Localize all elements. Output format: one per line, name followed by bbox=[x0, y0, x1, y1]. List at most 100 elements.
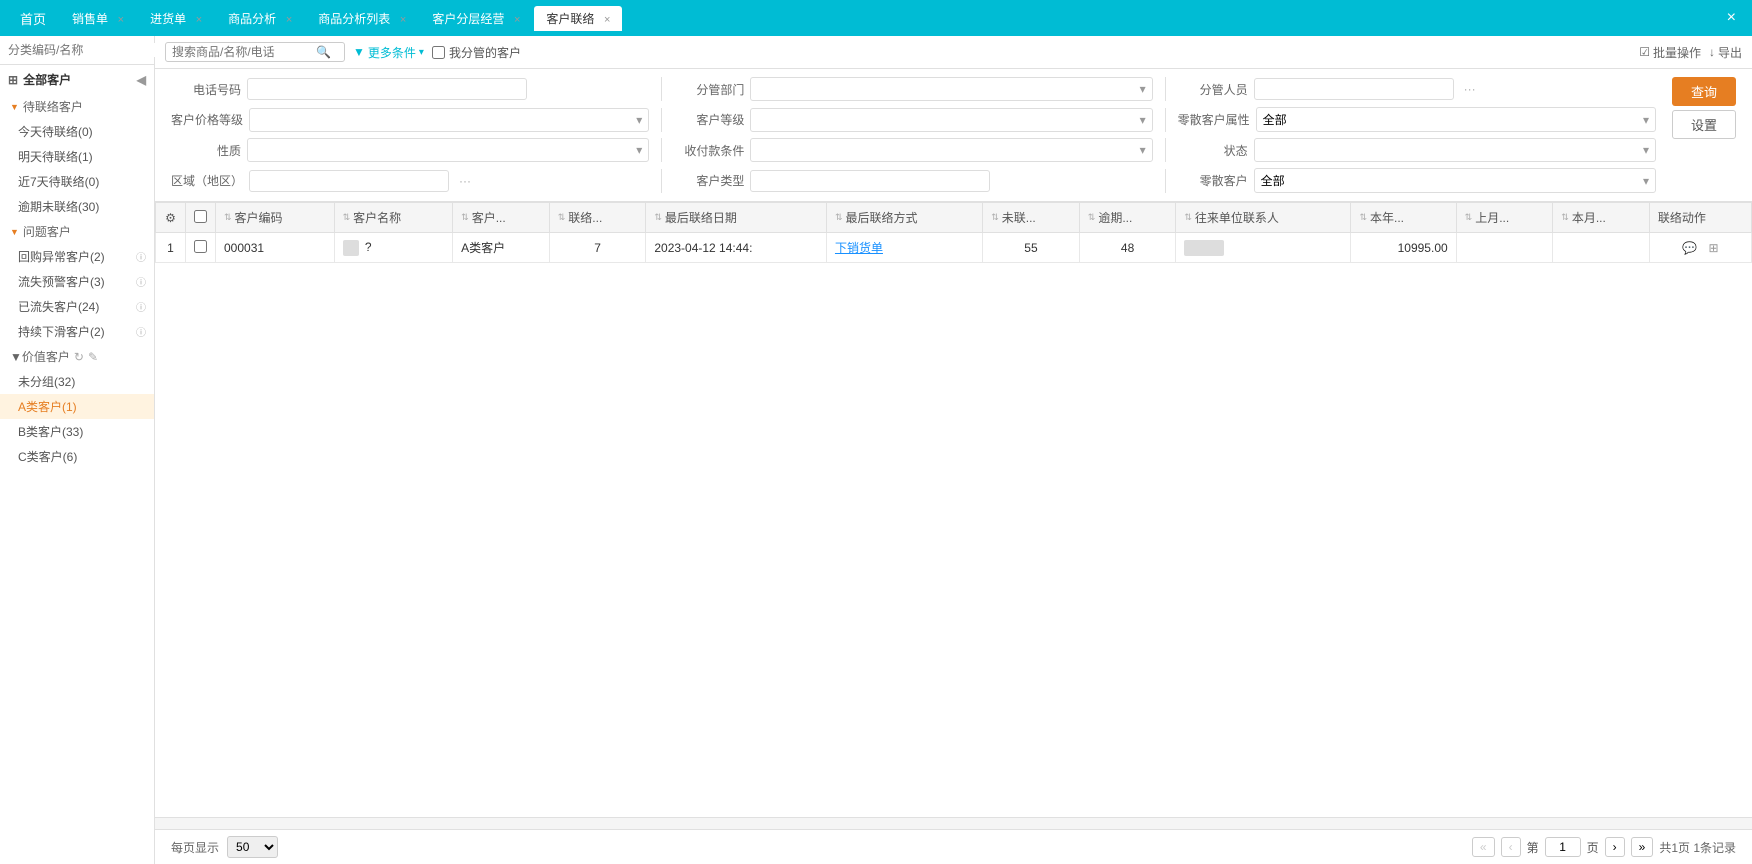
th-no-contact-sort[interactable]: ⇅ bbox=[991, 212, 999, 223]
th-last-month-sort[interactable]: ⇅ bbox=[1465, 212, 1473, 223]
my-customers-checkbox[interactable]: 我分管的客户 bbox=[432, 44, 521, 61]
page-of-label: 页 bbox=[1587, 839, 1599, 856]
th-type-sort[interactable]: ⇅ bbox=[461, 212, 469, 223]
th-unit-contact: ⇅ 往来单位联系人 bbox=[1176, 203, 1351, 233]
cust-level-select[interactable]: ▾ bbox=[750, 108, 1152, 132]
nav-home[interactable]: 首页 bbox=[8, 5, 58, 32]
last-page-btn[interactable]: » bbox=[1631, 837, 1654, 857]
nav-tab-analysis-list[interactable]: 商品分析列表 × bbox=[306, 6, 418, 31]
sidebar-group-problem[interactable]: ▼ 问题客户 bbox=[0, 219, 154, 244]
staff-input[interactable] bbox=[1254, 78, 1454, 100]
payment-select[interactable]: ▾ bbox=[750, 138, 1152, 162]
main-search-icon[interactable]: 🔍 bbox=[316, 45, 331, 59]
th-overdue-sort[interactable]: ⇅ bbox=[1088, 212, 1096, 223]
my-customers-check[interactable] bbox=[432, 46, 445, 59]
filter-cell-dept: 分管部门 ▾ bbox=[674, 77, 1152, 101]
collapse-sidebar-btn[interactable]: ◀ bbox=[137, 73, 146, 87]
settings-button[interactable]: 设置 bbox=[1672, 110, 1736, 139]
staff-label: 分管人员 bbox=[1178, 81, 1248, 98]
total-label: 共1页 1条记录 bbox=[1659, 839, 1736, 856]
sidebar-item-churned[interactable]: 已流失客户(24) ⓘ bbox=[0, 294, 154, 319]
th-check bbox=[186, 203, 216, 233]
price-level-select[interactable]: ▾ bbox=[249, 108, 649, 132]
close-purchase-tab[interactable]: × bbox=[196, 14, 202, 26]
staff-dots[interactable]: ··· bbox=[1460, 82, 1480, 96]
close-analysis-tab[interactable]: × bbox=[286, 14, 292, 26]
nav-tab-customer-segment[interactable]: 客户分层经营 × bbox=[420, 6, 532, 31]
th-contacts-sort[interactable]: ⇅ bbox=[558, 212, 566, 223]
region-dots[interactable]: ··· bbox=[455, 174, 475, 188]
more-filters-btn[interactable]: ▼ 更多条件 ▾ bbox=[353, 44, 424, 61]
sidebar-item-b-class[interactable]: B类客户(33) bbox=[0, 419, 154, 444]
page-input[interactable] bbox=[1545, 837, 1581, 857]
td-type: A类客户 bbox=[453, 233, 550, 263]
close-contact-tab[interactable]: × bbox=[604, 14, 610, 26]
sidebar-all-customers[interactable]: ⊞ 全部客户 ◀ bbox=[0, 65, 154, 94]
nav-tab-customer-contact[interactable]: 客户联络 × bbox=[534, 6, 622, 31]
row-checkbox[interactable] bbox=[194, 240, 207, 253]
page-label: 第 bbox=[1527, 839, 1539, 856]
prev-page-btn[interactable]: ‹ bbox=[1501, 837, 1521, 857]
sidebar-item-churn-warning[interactable]: 流失预警客户(3) ⓘ bbox=[0, 269, 154, 294]
sidebar-item-declining[interactable]: 持续下滑客户(2) ⓘ bbox=[0, 319, 154, 344]
close-sales-tab[interactable]: × bbox=[118, 14, 124, 26]
last-method-link[interactable]: 下销货单 bbox=[835, 241, 883, 255]
close-segment-tab[interactable]: × bbox=[514, 14, 520, 26]
th-gear[interactable]: ⚙ bbox=[156, 203, 186, 233]
th-last-date-sort[interactable]: ⇅ bbox=[654, 212, 662, 223]
th-this-year-sort[interactable]: ⇅ bbox=[1359, 212, 1367, 223]
table-row: 1 000031 ? A类客户 7 2023-04-12 14:44: bbox=[156, 233, 1752, 263]
td-last-date: 2023-04-12 14:44: bbox=[646, 233, 827, 263]
next-page-btn[interactable]: › bbox=[1605, 837, 1625, 857]
refresh-icon[interactable]: ↻ bbox=[74, 350, 84, 364]
dept-select[interactable]: ▾ bbox=[750, 77, 1152, 101]
th-name-sort[interactable]: ⇅ bbox=[343, 212, 351, 223]
nav-tab-analysis[interactable]: 商品分析 × bbox=[216, 6, 304, 31]
cust-type-input[interactable] bbox=[750, 170, 990, 192]
sidebar-item-c-class[interactable]: C类客户(6) bbox=[0, 444, 154, 469]
sidebar-item-overdue[interactable]: 逾期未联络(30) bbox=[0, 194, 154, 219]
close-analysis-list-tab[interactable]: × bbox=[400, 14, 406, 26]
sidebar-item-a-class[interactable]: A类客户(1) bbox=[0, 394, 154, 419]
triangle-icon: ▼ bbox=[10, 102, 19, 112]
gear-icon[interactable]: ⚙ bbox=[165, 211, 176, 225]
sidebar-item-tomorrow[interactable]: 明天待联络(1) bbox=[0, 144, 154, 169]
select-all-checkbox[interactable] bbox=[194, 210, 207, 223]
retail-attr-select[interactable]: 全部 ▾ bbox=[1256, 107, 1656, 132]
td-name: ? bbox=[334, 233, 453, 263]
nature-select[interactable]: ▾ bbox=[247, 138, 649, 162]
toolbar-right: ☑ 批量操作 ↓ 导出 bbox=[1639, 44, 1742, 61]
edit-icon[interactable]: ✎ bbox=[88, 350, 98, 364]
main-search-input[interactable] bbox=[172, 45, 312, 59]
nav-close-all[interactable]: × bbox=[1719, 9, 1744, 27]
nav-tab-sales[interactable]: 销售单 × bbox=[60, 6, 136, 31]
nav-tab-purchase[interactable]: 进货单 × bbox=[138, 6, 214, 31]
th-code-sort[interactable]: ⇅ bbox=[224, 212, 232, 223]
filter-row-1: 电话号码 分管部门 ▾ 分管人员 bbox=[171, 77, 1656, 101]
per-page-select[interactable]: 50 100 200 bbox=[227, 836, 278, 858]
first-page-btn[interactable]: « bbox=[1472, 837, 1495, 857]
region-input[interactable] bbox=[249, 170, 449, 192]
status-select[interactable]: ▾ bbox=[1254, 138, 1656, 162]
action-message-icon[interactable]: 💬 bbox=[1682, 241, 1697, 255]
td-this-month bbox=[1553, 233, 1650, 263]
sidebar-item-ungrouped[interactable]: 未分组(32) bbox=[0, 369, 154, 394]
sidebar-item-today[interactable]: 今天待联络(0) bbox=[0, 119, 154, 144]
phone-input[interactable] bbox=[247, 78, 527, 100]
sidebar-search-input[interactable] bbox=[8, 43, 163, 57]
query-button[interactable]: 查询 bbox=[1672, 77, 1736, 106]
th-last-method: ⇅ 最后联络方式 bbox=[826, 203, 982, 233]
export-btn[interactable]: ↓ 导出 bbox=[1709, 44, 1742, 61]
batch-ops-btn[interactable]: ☑ 批量操作 bbox=[1639, 44, 1701, 61]
sidebar-group-pending[interactable]: ▼ 待联络客户 bbox=[0, 94, 154, 119]
sidebar-item-repurchase-abnormal[interactable]: 回购异常客户(2) ⓘ bbox=[0, 244, 154, 269]
horizontal-scrollbar[interactable] bbox=[155, 817, 1752, 829]
retail-cust-select[interactable]: 全部 ▾ bbox=[1254, 168, 1656, 193]
price-level-label: 客户价格等级 bbox=[171, 111, 243, 128]
th-this-month-sort[interactable]: ⇅ bbox=[1561, 212, 1569, 223]
th-last-method-sort[interactable]: ⇅ bbox=[835, 212, 843, 223]
th-unit-sort[interactable]: ⇅ bbox=[1184, 212, 1192, 223]
chevron-down-icon: ▾ bbox=[419, 47, 424, 58]
action-more-icon[interactable]: ⊞ bbox=[1709, 241, 1719, 255]
sidebar-item-7days[interactable]: 近7天待联络(0) bbox=[0, 169, 154, 194]
